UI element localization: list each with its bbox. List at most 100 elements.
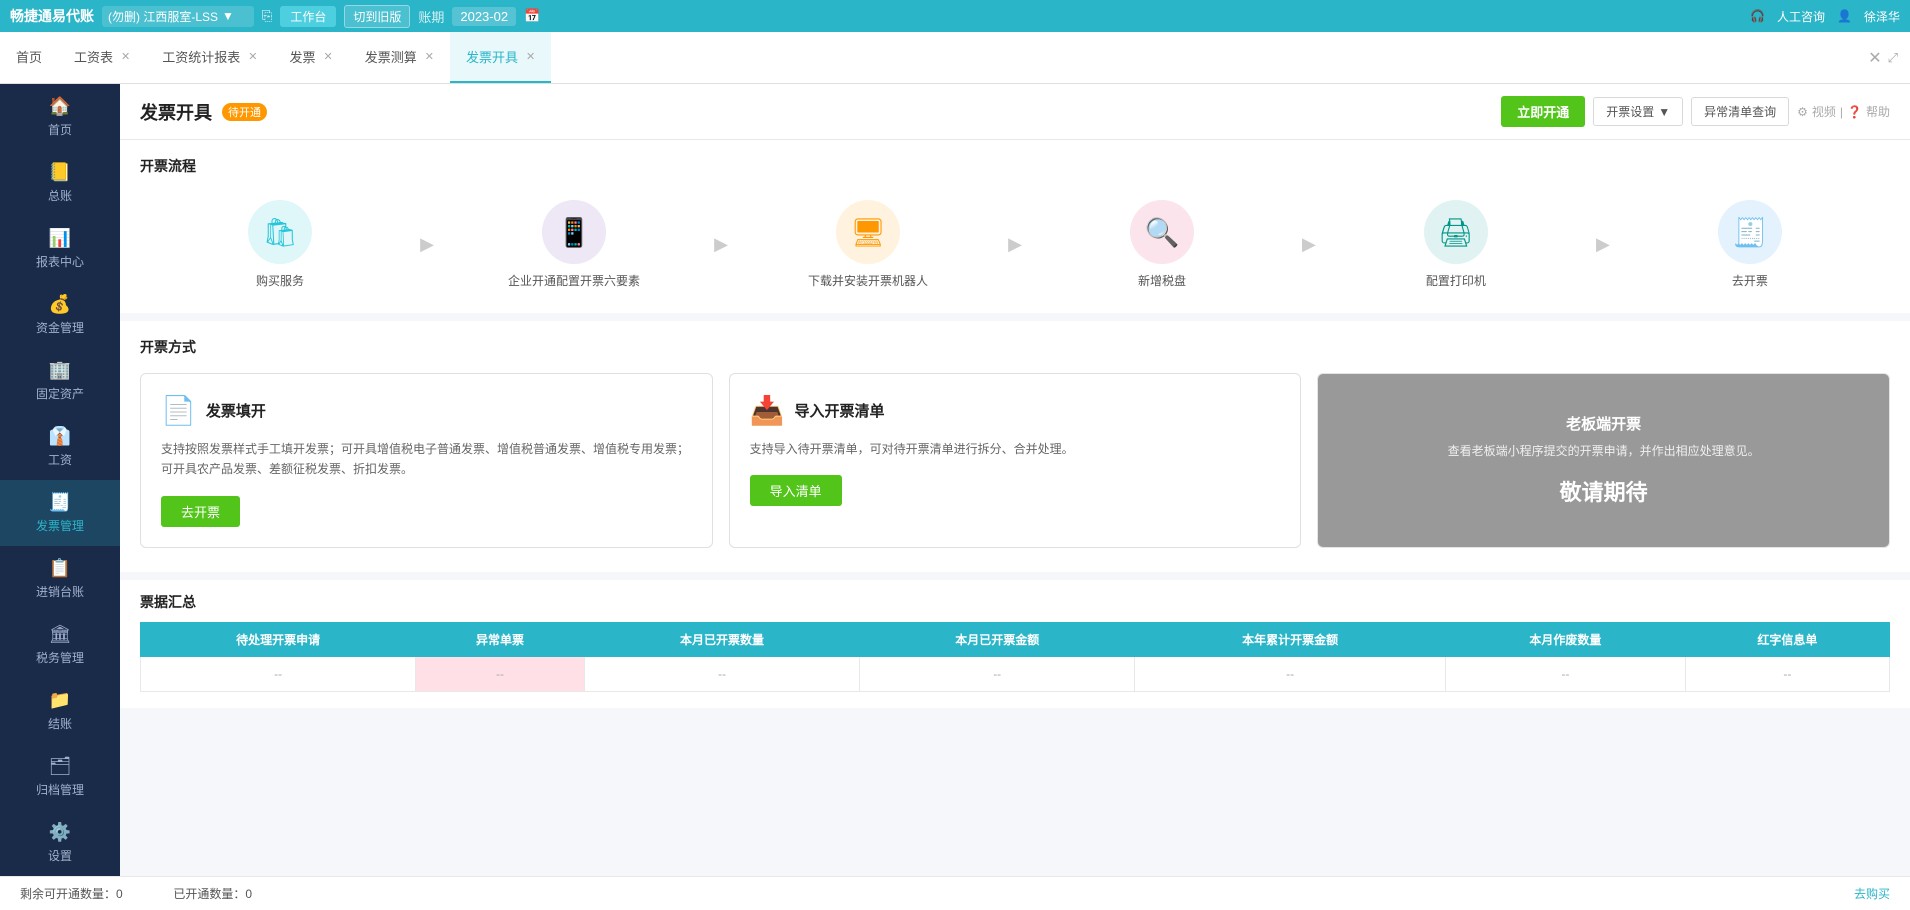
consultant-label[interactable]: 人工咨询 bbox=[1777, 8, 1825, 25]
cell-pending: -- bbox=[141, 656, 416, 691]
step-config-enterprise: 📱 企业开通配置开票六要素 bbox=[434, 200, 714, 289]
tab-invoice-calc-label: 发票测算 bbox=[365, 47, 417, 66]
company-selector[interactable]: (勿删) 江西服室-LSS ▼ bbox=[102, 6, 254, 27]
sidebar-item-assets[interactable]: 🏢 固定资产 bbox=[0, 348, 120, 414]
old-version-button[interactable]: 切到旧版 bbox=[344, 5, 410, 28]
calendar-icon[interactable]: 📅 bbox=[524, 8, 540, 24]
page-title-area: 发票开具 待开通 bbox=[140, 99, 267, 125]
step-issue-invoice: 🧾 去开票 bbox=[1610, 200, 1890, 289]
sidebar-item-invoice[interactable]: 🧾 发票管理 bbox=[0, 480, 120, 546]
user-avatar-icon: 👤 bbox=[1837, 9, 1852, 23]
import-list-icon: 📥 bbox=[750, 394, 785, 427]
close-window-icon[interactable]: ✕ bbox=[1868, 48, 1881, 68]
sidebar-label-tax: 税务管理 bbox=[36, 649, 84, 666]
close-invoice-tab[interactable]: ✕ bbox=[324, 50, 333, 63]
tab-invoice[interactable]: 发票 ✕ bbox=[273, 32, 348, 83]
step-config-printer-icon-wrap: 🖨 bbox=[1424, 200, 1488, 264]
method-section: 开票方式 📄 发票填开 支持按照发票样式手工填开发票；可开具增值税电子普通发票、… bbox=[120, 321, 1910, 572]
help-label: 帮助 bbox=[1866, 103, 1890, 120]
cell-red-info: -- bbox=[1685, 656, 1889, 691]
sidebar-item-funds[interactable]: 💰 资金管理 bbox=[0, 282, 120, 348]
tab-home[interactable]: 首页 bbox=[0, 32, 58, 83]
page-header: 发票开具 待开通 立即开通 开票设置 ▼ 异常清单查询 ⚙ 视频 | ❓ 帮助 bbox=[120, 84, 1910, 140]
close-salary-tab[interactable]: ✕ bbox=[121, 50, 130, 63]
tab-salary-report-label: 工资统计报表 bbox=[162, 47, 240, 66]
sidebar-label-ledger: 总账 bbox=[48, 187, 72, 204]
company-label: (勿删) 江西服室-LSS bbox=[108, 8, 218, 25]
col-annual-amount: 本年累计开票金额 bbox=[1135, 622, 1446, 656]
sidebar-item-settings[interactable]: ⚙️ 设置 bbox=[0, 810, 120, 876]
add-taxbox-icon: 🔍 bbox=[1145, 216, 1180, 249]
method-manual-desc: 支持按照发票样式手工填开发票；可开具增值税电子普通发票、增值税普通发票、增值税专… bbox=[161, 439, 692, 480]
buy-link[interactable]: 去购买 bbox=[1854, 885, 1890, 902]
method-card-manual: 📄 发票填开 支持按照发票样式手工填开发票；可开具增值税电子普通发票、增值税普通… bbox=[140, 373, 713, 548]
step-add-taxbox-label: 新增税盘 bbox=[1138, 272, 1186, 289]
funds-icon: 💰 bbox=[49, 294, 71, 315]
top-bar: 畅捷通易代账 (勿删) 江西服室-LSS ▼ ⎘ 工作台 切到旧版 账期 202… bbox=[0, 0, 1910, 32]
sidebar-item-settlement[interactable]: 📁 结账 bbox=[0, 678, 120, 744]
user-label[interactable]: 徐泽华 bbox=[1864, 8, 1900, 25]
ledger-icon: 📒 bbox=[49, 162, 71, 183]
step-config-printer: 🖨 配置打印机 bbox=[1316, 200, 1596, 289]
settings-icon: ⚙️ bbox=[49, 822, 71, 843]
sidebar-item-home[interactable]: 🏠 首页 bbox=[0, 84, 120, 150]
col-monthly-count: 本月已开票数量 bbox=[584, 622, 859, 656]
period-label: 账期 bbox=[418, 7, 444, 26]
copy-icon[interactable]: ⎘ bbox=[262, 8, 272, 24]
manual-fill-icon: 📄 bbox=[161, 394, 196, 427]
sidebar-label-invoice: 发票管理 bbox=[36, 517, 84, 534]
boss-terminal-title: 老板端开票 bbox=[1566, 413, 1641, 434]
method-card-manual-header: 📄 发票填开 bbox=[161, 394, 692, 427]
activate-button[interactable]: 立即开通 bbox=[1501, 96, 1585, 127]
workspace-button[interactable]: 工作台 bbox=[280, 6, 336, 27]
sidebar-item-salary[interactable]: 👔 工资 bbox=[0, 414, 120, 480]
sidebar-label-reports: 报表中心 bbox=[36, 253, 84, 270]
reports-icon: 📊 bbox=[49, 228, 71, 249]
step-download-robot-label: 下载并安装开票机器人 bbox=[808, 272, 928, 289]
issue-invoice-icon: 🧾 bbox=[1732, 216, 1767, 249]
method-card-boss: 老板端开票 查看老板端小程序提交的开票申请，并作出相应处理意见。 敬请期待 bbox=[1317, 373, 1890, 548]
restore-window-icon[interactable]: ⤢ bbox=[1888, 50, 1898, 66]
sidebar-item-purchase[interactable]: 📋 进销台账 bbox=[0, 546, 120, 612]
status-badge: 待开通 bbox=[222, 103, 267, 121]
nav-close-actions: ✕ ⤢ bbox=[1868, 32, 1910, 83]
step-config-enterprise-label: 企业开通配置开票六要素 bbox=[508, 272, 640, 289]
sidebar-item-tax[interactable]: 🏛 税务管理 bbox=[0, 612, 120, 678]
tab-salary-report[interactable]: 工资统计报表 ✕ bbox=[146, 32, 273, 83]
close-invoice-issue-tab[interactable]: ✕ bbox=[526, 50, 535, 63]
col-pending: 待处理开票申请 bbox=[141, 622, 416, 656]
close-salary-report-tab[interactable]: ✕ bbox=[248, 50, 257, 63]
tab-invoice-calc[interactable]: 发票测算 ✕ bbox=[349, 32, 450, 83]
close-invoice-calc-tab[interactable]: ✕ bbox=[425, 50, 434, 63]
settings-button[interactable]: 开票设置 ▼ bbox=[1593, 97, 1683, 126]
page-header-actions: 立即开通 开票设置 ▼ 异常清单查询 ⚙ 视频 | ❓ 帮助 bbox=[1501, 96, 1890, 127]
method-import-desc: 支持导入待开票清单，可对待开票清单进行拆分、合并处理。 bbox=[750, 439, 1281, 459]
sidebar-label-settlement: 结账 bbox=[48, 715, 72, 732]
page-title: 发票开具 bbox=[140, 99, 212, 125]
method-card-import: 📥 导入开票清单 支持导入待开票清单，可对待开票清单进行拆分、合并处理。 导入清… bbox=[729, 373, 1302, 548]
download-robot-icon: 🖥 bbox=[850, 216, 886, 249]
abnormal-list-button[interactable]: 异常清单查询 bbox=[1691, 97, 1789, 126]
import-list-button[interactable]: 导入清单 bbox=[750, 475, 842, 506]
arrow-4: ▶ bbox=[1302, 234, 1316, 255]
go-invoice-button[interactable]: 去开票 bbox=[161, 496, 240, 527]
step-buy-service-label: 购买服务 bbox=[256, 272, 304, 289]
tab-invoice-issue-label: 发票开具 bbox=[466, 47, 518, 66]
sidebar-label-assets: 固定资产 bbox=[36, 385, 84, 402]
period-value[interactable]: 2023-02 bbox=[452, 7, 516, 26]
buy-service-icon: 🛍 bbox=[262, 216, 298, 249]
step-buy-service-icon-wrap: 🛍 bbox=[248, 200, 312, 264]
col-abnormal: 异常单票 bbox=[416, 622, 585, 656]
footer-quota-info: 剩余可开通数量：0 已开通数量：0 bbox=[20, 885, 252, 902]
sidebar-item-reports[interactable]: 📊 报表中心 bbox=[0, 216, 120, 282]
tab-invoice-issue[interactable]: 发票开具 ✕ bbox=[450, 32, 551, 83]
step-add-taxbox-icon-wrap: 🔍 bbox=[1130, 200, 1194, 264]
sidebar-item-ledger[interactable]: 📒 总账 bbox=[0, 150, 120, 216]
method-import-title: 导入开票清单 bbox=[795, 400, 885, 421]
opened-label: 已开通数量：0 bbox=[173, 887, 252, 901]
arrow-3: ▶ bbox=[1008, 234, 1022, 255]
consultant-icon: 🎧 bbox=[1750, 9, 1765, 23]
tab-salary[interactable]: 工资表 ✕ bbox=[58, 32, 146, 83]
step-issue-invoice-label: 去开票 bbox=[1732, 272, 1768, 289]
sidebar-item-archive[interactable]: 🗂 归档管理 bbox=[0, 744, 120, 810]
